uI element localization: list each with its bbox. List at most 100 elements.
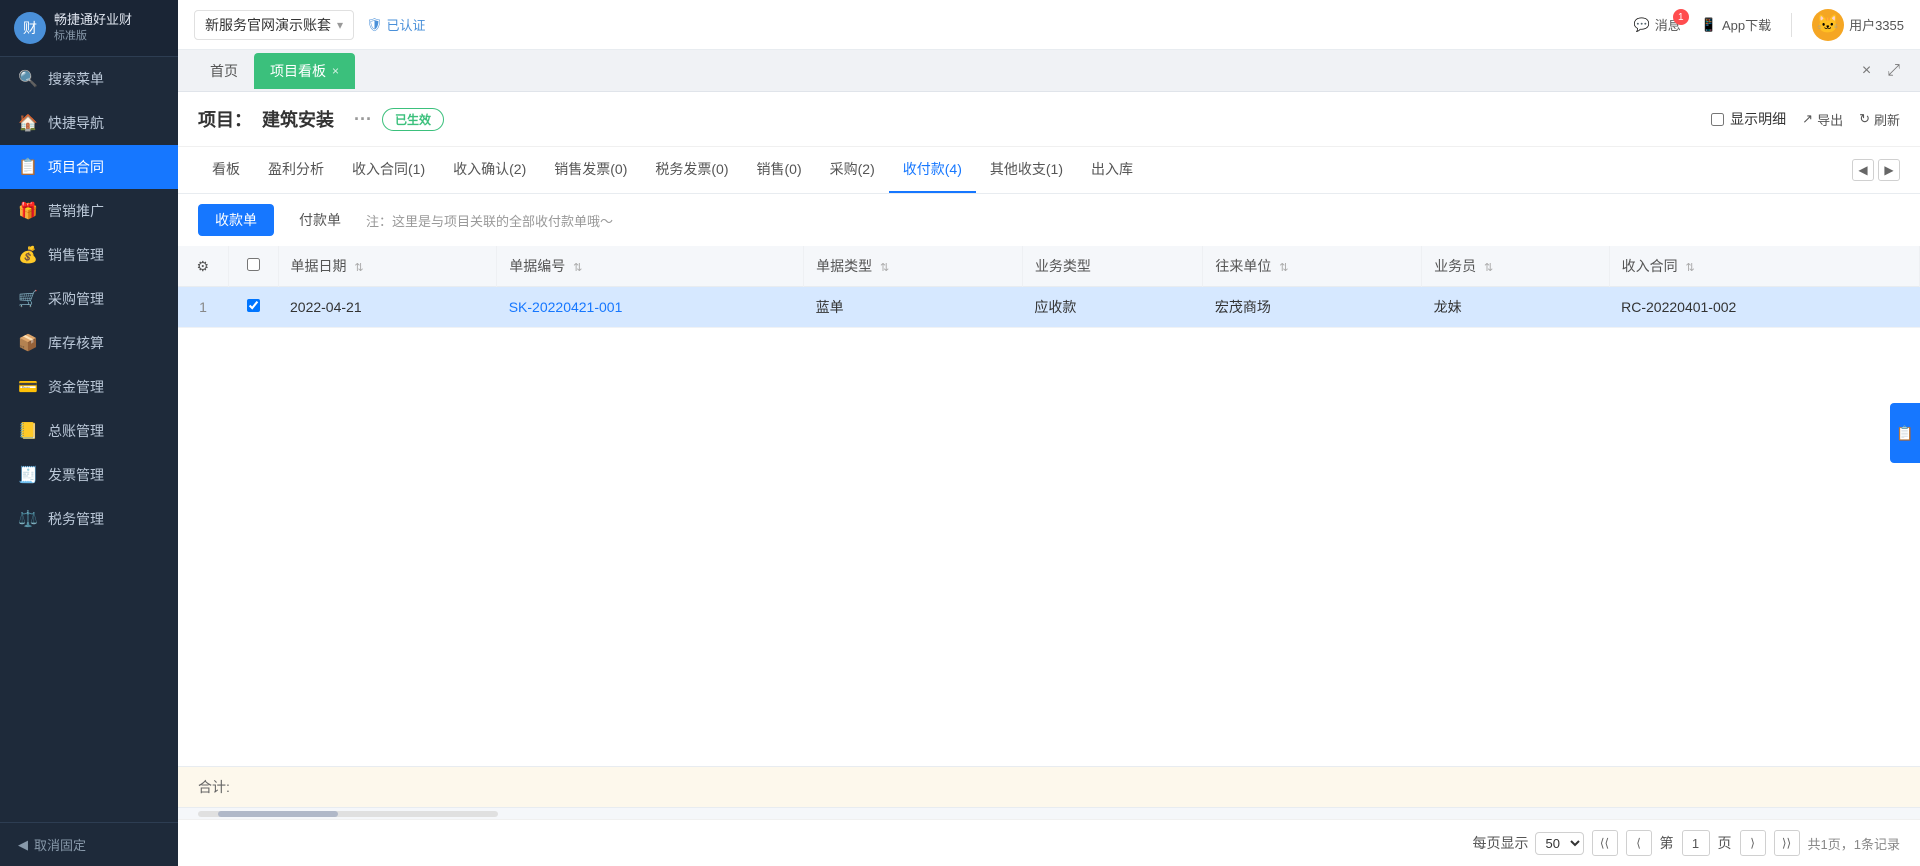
partner-sort-icon: ⇅ bbox=[1279, 262, 1288, 274]
sidebar-item-label: 快捷导航 bbox=[48, 113, 104, 133]
inner-tab-payment[interactable]: 付款单 bbox=[282, 204, 358, 236]
invoice-icon: 🧾 bbox=[18, 465, 38, 485]
project-title: 项目： 建筑安装 ··· 已生效 bbox=[198, 106, 444, 132]
sidebar-unpin-button[interactable]: ◀ 取消固定 bbox=[0, 822, 178, 866]
show-detail-checkbox[interactable]: 显示明细 bbox=[1711, 109, 1786, 129]
col-partner[interactable]: 往来单位 ⇅ bbox=[1203, 246, 1422, 287]
topbar: 新服务官网演示账套 ▾ 🛡 已认证 💬 消息 1 📱 App下载 🐱 用户335… bbox=[178, 0, 1920, 50]
message-icon: 💬 bbox=[1634, 17, 1650, 33]
col-salesperson[interactable]: 业务员 ⇅ bbox=[1422, 246, 1610, 287]
col-type[interactable]: 单据类型 ⇅ bbox=[804, 246, 1023, 287]
settings-icon[interactable]: ⚙ bbox=[196, 258, 209, 274]
tab-close-icon[interactable]: × bbox=[332, 64, 339, 78]
sidebar-item-marketing[interactable]: 🎁 营销推广 bbox=[0, 189, 178, 233]
sidebar-item-invoice[interactable]: 🧾 发票管理 bbox=[0, 453, 178, 497]
last-page-button[interactable]: ⟩⟩ bbox=[1774, 830, 1800, 856]
sidebar-item-label: 销售管理 bbox=[48, 245, 104, 265]
current-page-number[interactable]: 1 bbox=[1682, 830, 1710, 856]
row-checkbox[interactable] bbox=[247, 299, 260, 312]
maximize-button[interactable]: ⤢ bbox=[1883, 58, 1904, 84]
sub-tab-receipt[interactable]: 收付款(4) bbox=[889, 147, 976, 193]
show-detail-input[interactable] bbox=[1711, 113, 1724, 126]
sub-tab-purchase[interactable]: 采购(2) bbox=[816, 147, 889, 193]
table-total-footer: 合计: bbox=[178, 766, 1920, 807]
prev-page-button[interactable]: ⟨ bbox=[1626, 830, 1652, 856]
inner-tabs: 收款单 付款单 注：这里是与项目关联的全部收付款单哦～ bbox=[178, 194, 1920, 246]
account-selector[interactable]: 新服务官网演示账套 ▾ bbox=[194, 10, 354, 40]
tab-bar: 首页 项目看板 × × ⤢ bbox=[178, 50, 1920, 92]
cell-checkbox bbox=[228, 287, 278, 328]
tab-project-kanban[interactable]: 项目看板 × bbox=[254, 53, 355, 89]
col-checkbox bbox=[228, 246, 278, 287]
float-action-button[interactable]: 📋 bbox=[1890, 403, 1920, 463]
ledger-icon: 📒 bbox=[18, 421, 38, 441]
sub-tab-income_contract[interactable]: 收入合同(1) bbox=[338, 147, 439, 193]
sidebar-item-sales[interactable]: 💰 销售管理 bbox=[0, 233, 178, 277]
per-page-select[interactable]: 50 bbox=[1535, 832, 1584, 855]
total-pages-info: 共1页，1条记录 bbox=[1808, 834, 1900, 853]
sidebar-item-inventory[interactable]: 📦 库存核算 bbox=[0, 321, 178, 365]
col-settings[interactable]: ⚙ bbox=[178, 246, 228, 287]
table-header: ⚙ 单据日期 ⇅ 单据编号 ⇅ bbox=[178, 246, 1920, 287]
sub-tab-kanban[interactable]: 看板 bbox=[198, 147, 254, 193]
app-download-button[interactable]: 📱 App下载 bbox=[1701, 15, 1771, 34]
sidebar-item-label: 库存核算 bbox=[48, 333, 104, 353]
sub-tab-sales[interactable]: 销售(0) bbox=[743, 147, 816, 193]
table-row[interactable]: 1 2022-04-21 SK-20220421-001 蓝单 应收款 宏茂商场… bbox=[178, 287, 1920, 328]
sub-tab-in_out[interactable]: 出入库 bbox=[1077, 147, 1147, 193]
sub-tab-tax_invoice[interactable]: 税务发票(0) bbox=[641, 147, 742, 193]
unpin-label: 取消固定 bbox=[34, 835, 86, 854]
col-income-contract[interactable]: 收入合同 ⇅ bbox=[1609, 246, 1919, 287]
purchase-icon: 🛒 bbox=[18, 289, 38, 309]
sidebar-nav: 🔍 搜索菜单 🏠 快捷导航 📋 项目合同 🎁 营销推广 💰 销售管理 🛒 采购管… bbox=[0, 57, 178, 822]
sidebar-item-label: 发票管理 bbox=[48, 465, 104, 485]
sub-tab-right-arrow[interactable]: ▶ bbox=[1878, 159, 1900, 181]
next-page-button[interactable]: ⟩ bbox=[1740, 830, 1766, 856]
sub-tabs: 看板盈利分析收入合同(1)收入确认(2)销售发票(0)税务发票(0)销售(0)采… bbox=[178, 147, 1920, 194]
user-avatar: 🐱 bbox=[1812, 9, 1844, 41]
sidebar-item-search[interactable]: 🔍 搜索菜单 bbox=[0, 57, 178, 101]
account-chevron-icon: ▾ bbox=[337, 18, 343, 32]
inner-tab-receipt[interactable]: 收款单 bbox=[198, 204, 274, 236]
sub-tab-other_expense[interactable]: 其他收支(1) bbox=[976, 147, 1077, 193]
sub-tab-left-arrow[interactable]: ◀ bbox=[1852, 159, 1874, 181]
sidebar-item-tax[interactable]: ⚖️ 税务管理 bbox=[0, 497, 178, 541]
sidebar-item-label: 营销推广 bbox=[48, 201, 104, 221]
col-date[interactable]: 单据日期 ⇅ bbox=[278, 246, 497, 287]
sidebar-item-purchase[interactable]: 🛒 采购管理 bbox=[0, 277, 178, 321]
sidebar-item-label: 采购管理 bbox=[48, 289, 104, 309]
first-page-button[interactable]: ⟨⟨ bbox=[1592, 830, 1618, 856]
horizontal-scrollbar[interactable] bbox=[178, 807, 1920, 819]
sidebar-item-ledger[interactable]: 📒 总账管理 bbox=[0, 409, 178, 453]
message-button[interactable]: 💬 消息 1 bbox=[1634, 15, 1681, 34]
project-actions: 显示明细 ↗ 导出 ↻ 刷新 bbox=[1711, 109, 1900, 129]
user-profile[interactable]: 🐱 用户3355 bbox=[1812, 9, 1904, 41]
select-all-checkbox[interactable] bbox=[247, 258, 260, 271]
sub-tab-sales_invoice[interactable]: 销售发票(0) bbox=[540, 147, 641, 193]
export-button[interactable]: ↗ 导出 bbox=[1802, 110, 1843, 129]
refresh-button[interactable]: ↻ 刷新 bbox=[1859, 110, 1900, 129]
receipt-table: ⚙ 单据日期 ⇅ 单据编号 ⇅ bbox=[178, 246, 1920, 328]
close-window-button[interactable]: × bbox=[1858, 58, 1875, 84]
sidebar-item-label: 项目合同 bbox=[48, 157, 104, 177]
project-more-icon[interactable]: ··· bbox=[354, 109, 372, 130]
sidebar-item-contract[interactable]: 📋 项目合同 bbox=[0, 145, 178, 189]
app-logo-icon: 财 bbox=[14, 12, 46, 44]
sidebar-item-capital[interactable]: 💳 资金管理 bbox=[0, 365, 178, 409]
project-label-prefix: 项目： bbox=[198, 106, 252, 132]
cell-partner: 宏茂商场 bbox=[1203, 287, 1422, 328]
sub-tab-profit[interactable]: 盈利分析 bbox=[254, 147, 338, 193]
phone-icon: 📱 bbox=[1701, 17, 1717, 33]
col-number[interactable]: 单据编号 ⇅ bbox=[497, 246, 804, 287]
topbar-right: 💬 消息 1 📱 App下载 🐱 用户3355 bbox=[1634, 9, 1904, 41]
project-name: 建筑安装 bbox=[262, 106, 334, 132]
cell-number[interactable]: SK-20220421-001 bbox=[497, 287, 804, 328]
tab-home[interactable]: 首页 bbox=[194, 53, 254, 89]
number-link[interactable]: SK-20220421-001 bbox=[509, 299, 623, 315]
sub-tab-income_confirm[interactable]: 收入确认(2) bbox=[439, 147, 540, 193]
sidebar-item-quicknav[interactable]: 🏠 快捷导航 bbox=[0, 101, 178, 145]
verified-badge: 🛡 已认证 bbox=[366, 15, 426, 34]
scrollbar-thumb[interactable] bbox=[218, 811, 338, 817]
cell-income-contract: RC-20220401-002 bbox=[1609, 287, 1919, 328]
cell-index: 1 bbox=[178, 287, 228, 328]
